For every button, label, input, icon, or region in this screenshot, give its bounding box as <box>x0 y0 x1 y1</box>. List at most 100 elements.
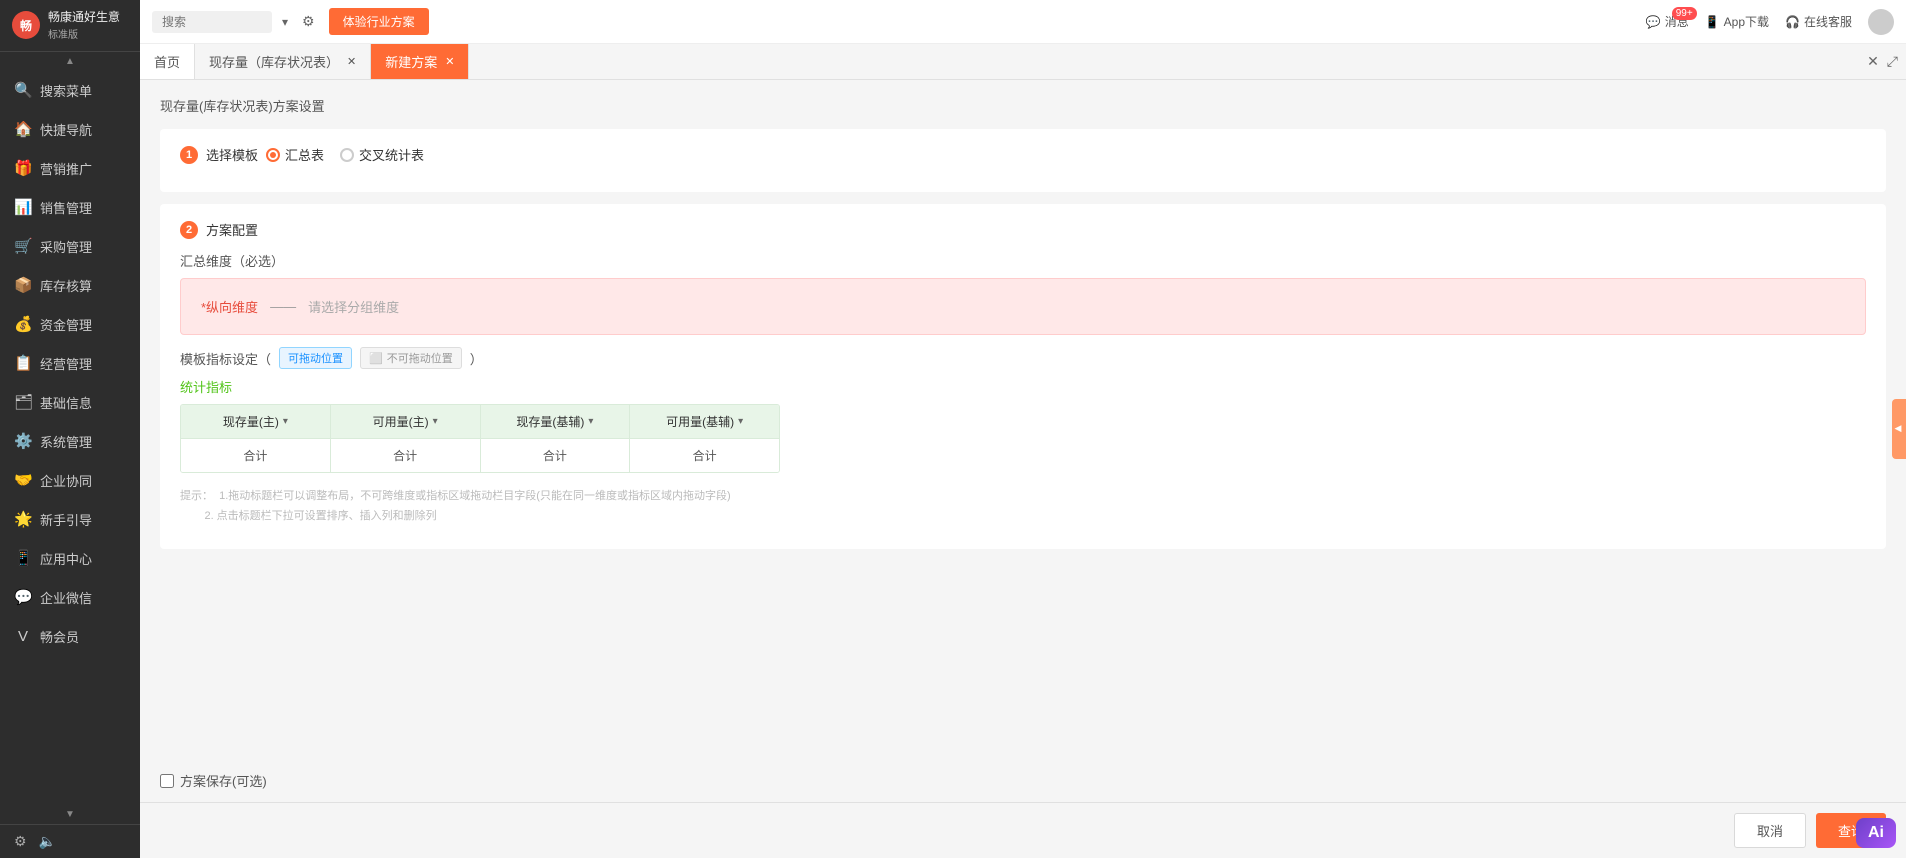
radio-crosstab[interactable]: 交叉统计表 <box>340 145 424 164</box>
save-label: 方案保存(可选) <box>180 771 267 790</box>
col-1-chevron[interactable]: ▾ <box>433 416 438 427</box>
expand-window-icon[interactable]: ⤢ <box>1887 53 1898 70</box>
user-avatar[interactable] <box>1868 9 1894 35</box>
sidebar-item-vip[interactable]: V 畅会员 <box>0 617 140 656</box>
tip-0: 提示： 1.拖动标题栏可以调整布局，不可跨维度或指标区域拖动栏目字段(只能在同一… <box>180 487 1866 503</box>
sidebar-item-app-center[interactable]: 📱 应用中心 <box>0 539 140 578</box>
sidebar-item-operations[interactable]: 📋 经营管理 <box>0 344 140 383</box>
tip-1: 2. 点击标题栏下拉可设置排序、插入列和删除列 <box>180 507 1866 523</box>
sidebar-item-marketing[interactable]: 🎁 营销推广 <box>0 149 140 188</box>
search-menu-icon: 🔍 <box>14 81 32 99</box>
logo-icon: 畅 <box>12 11 40 39</box>
tab-inventory-status[interactable]: 现存量（库存状况表） ✕ <box>195 44 371 79</box>
stats-col-3: 可用量(基辅) ▾ <box>630 405 779 438</box>
template-radio-group: 汇总表 交叉统计表 <box>266 145 424 164</box>
sidebar-item-label: 系统管理 <box>40 432 92 451</box>
tab-new-plan-close[interactable]: ✕ <box>445 55 454 68</box>
stats-cell-3: 合计 <box>630 438 779 472</box>
sidebar-item-label: 快捷导航 <box>40 120 92 139</box>
sidebar-item-new-guide[interactable]: 🌟 新手引导 <box>0 500 140 539</box>
gear-icon[interactable]: ⚙ <box>302 13 315 30</box>
tab-home[interactable]: 首页 <box>140 44 195 79</box>
section2-header: 2 方案配置 <box>180 220 1866 239</box>
sidebar-item-system[interactable]: ⚙️ 系统管理 <box>0 422 140 461</box>
enterprise-icon: 🤝 <box>14 471 32 489</box>
save-checkbox[interactable] <box>160 774 174 788</box>
tips-section: 提示： 1.拖动标题栏可以调整布局，不可跨维度或指标区域拖动栏目字段(只能在同一… <box>180 487 1866 523</box>
trial-button[interactable]: 体验行业方案 <box>329 8 429 35</box>
marketing-icon: 🎁 <box>14 159 32 177</box>
ai-badge[interactable]: Ai <box>1856 818 1896 848</box>
app-center-icon: 📱 <box>14 549 32 567</box>
sidebar-item-label: 企业协同 <box>40 471 92 490</box>
pink-dimension-area: *纵向维度 —— 请选择分组维度 <box>180 278 1866 335</box>
system-icon: ⚙️ <box>14 432 32 450</box>
sidebar-item-wechat[interactable]: 💬 企业微信 <box>0 578 140 617</box>
dimension-row: *纵向维度 —— 请选择分组维度 <box>201 297 1845 316</box>
main-panel: ▾ ⚙ 体验行业方案 💬 消息 99+ 📱 App下载 🎧 在线客服 首页 <box>140 0 1906 858</box>
finance-icon: 💰 <box>14 315 32 333</box>
stats-col-1: 可用量(主) ▾ <box>331 405 481 438</box>
search-input[interactable] <box>152 11 272 33</box>
headset-icon: 🎧 <box>1785 15 1800 29</box>
indicator-settings-label: 模板指标设定（ 可拖动位置 ⬜ 不可拖动位置 ） <box>180 347 1866 369</box>
app-logo: 畅 畅康通好生意 标准版 <box>0 0 140 52</box>
sidebar-bottom: ⚙ 🔈 <box>0 824 140 858</box>
stats-cell-1: 合计 <box>331 438 481 472</box>
app-download-button[interactable]: 📱 App下载 <box>1705 13 1769 30</box>
sidebar-item-finance[interactable]: 💰 资金管理 <box>0 305 140 344</box>
logo-text: 畅康通好生意 标准版 <box>48 10 120 41</box>
col-2-chevron[interactable]: ▾ <box>588 416 593 427</box>
topbar: ▾ ⚙ 体验行业方案 💬 消息 99+ 📱 App下载 🎧 在线客服 <box>140 0 1906 44</box>
draggable-badge: 可拖动位置 <box>279 347 352 369</box>
sidebar-item-sales[interactable]: 📊 销售管理 <box>0 188 140 227</box>
online-service-button[interactable]: 🎧 在线客服 <box>1785 13 1852 30</box>
sidebar-menu: 🔍 搜索菜单 🏠 快捷导航 🎁 营销推广 📊 销售管理 🛒 采购管理 📦 库存核… <box>0 71 140 805</box>
stats-table-header: 现存量(主) ▾ 可用量(主) ▾ 现存量(基辅) ▾ <box>181 405 779 438</box>
sidebar-item-label: 采购管理 <box>40 237 92 256</box>
right-edge-bar[interactable]: ◀ <box>1892 399 1906 459</box>
stats-cell-0: 合计 <box>181 438 331 472</box>
radio-summary[interactable]: 汇总表 <box>266 145 324 164</box>
sidebar-scroll-down[interactable]: ▼ <box>0 805 140 824</box>
new-guide-icon: 🌟 <box>14 510 32 528</box>
avatar <box>1868 9 1894 35</box>
sidebar-item-label: 库存核算 <box>40 276 92 295</box>
tab-inventory-status-close[interactable]: ✕ <box>347 55 356 68</box>
quick-nav-icon: 🏠 <box>14 120 32 138</box>
sidebar-item-basic-info[interactable]: 🗂 基础信息 <box>0 383 140 422</box>
sound-icon[interactable]: 🔈 <box>39 833 56 850</box>
sidebar-item-purchase[interactable]: 🛒 采购管理 <box>0 227 140 266</box>
search-dropdown-button[interactable]: ▾ <box>282 15 288 29</box>
radio-crosstab-label: 交叉统计表 <box>359 145 424 164</box>
close-window-icon[interactable]: ✕ <box>1867 53 1879 70</box>
sidebar: 畅 畅康通好生意 标准版 ▲ 🔍 搜索菜单 🏠 快捷导航 🎁 营销推广 📊 销售… <box>0 0 140 858</box>
col-0-chevron[interactable]: ▾ <box>283 416 288 427</box>
topbar-right: 💬 消息 99+ 📱 App下载 🎧 在线客服 <box>1646 9 1894 35</box>
no-drag-badge: ⬜ 不可拖动位置 <box>360 347 462 369</box>
sidebar-item-label: 畅会员 <box>40 627 79 646</box>
sidebar-item-enterprise[interactable]: 🤝 企业协同 <box>0 461 140 500</box>
sidebar-item-quick-nav[interactable]: 🏠 快捷导航 <box>0 110 140 149</box>
content-area: 现存量(库存状况表)方案设置 1 选择模板 汇总表 交叉统计表 <box>140 80 1906 759</box>
section-config: 2 方案配置 汇总维度（必选） *纵向维度 —— 请选择分组维度 模板指标设定（… <box>160 204 1886 549</box>
settings-icon[interactable]: ⚙ <box>14 833 27 850</box>
purchase-icon: 🛒 <box>14 237 32 255</box>
sidebar-item-inventory[interactable]: 📦 库存核算 <box>0 266 140 305</box>
dimension-placeholder: 请选择分组维度 <box>308 297 399 316</box>
section-template: 1 选择模板 汇总表 交叉统计表 <box>160 129 1886 192</box>
col-3-chevron[interactable]: ▾ <box>738 416 743 427</box>
messages-button[interactable]: 💬 消息 99+ <box>1646 13 1689 30</box>
messages-badge: 99+ <box>1672 7 1697 20</box>
radio-summary-circle <box>266 148 280 162</box>
tab-home-label: 首页 <box>154 52 180 71</box>
section1-header: 1 选择模板 汇总表 交叉统计表 <box>180 145 1866 164</box>
sidebar-item-search-menu[interactable]: 🔍 搜索菜单 <box>0 71 140 110</box>
vertical-dim-label: *纵向维度 <box>201 297 258 316</box>
cancel-button[interactable]: 取消 <box>1734 813 1806 848</box>
sidebar-scroll-up[interactable]: ▲ <box>0 52 140 71</box>
section1-num: 1 <box>180 146 198 164</box>
radio-crosstab-circle <box>340 148 354 162</box>
sidebar-item-label: 资金管理 <box>40 315 92 334</box>
tab-new-plan[interactable]: 新建方案 ✕ <box>371 44 469 79</box>
